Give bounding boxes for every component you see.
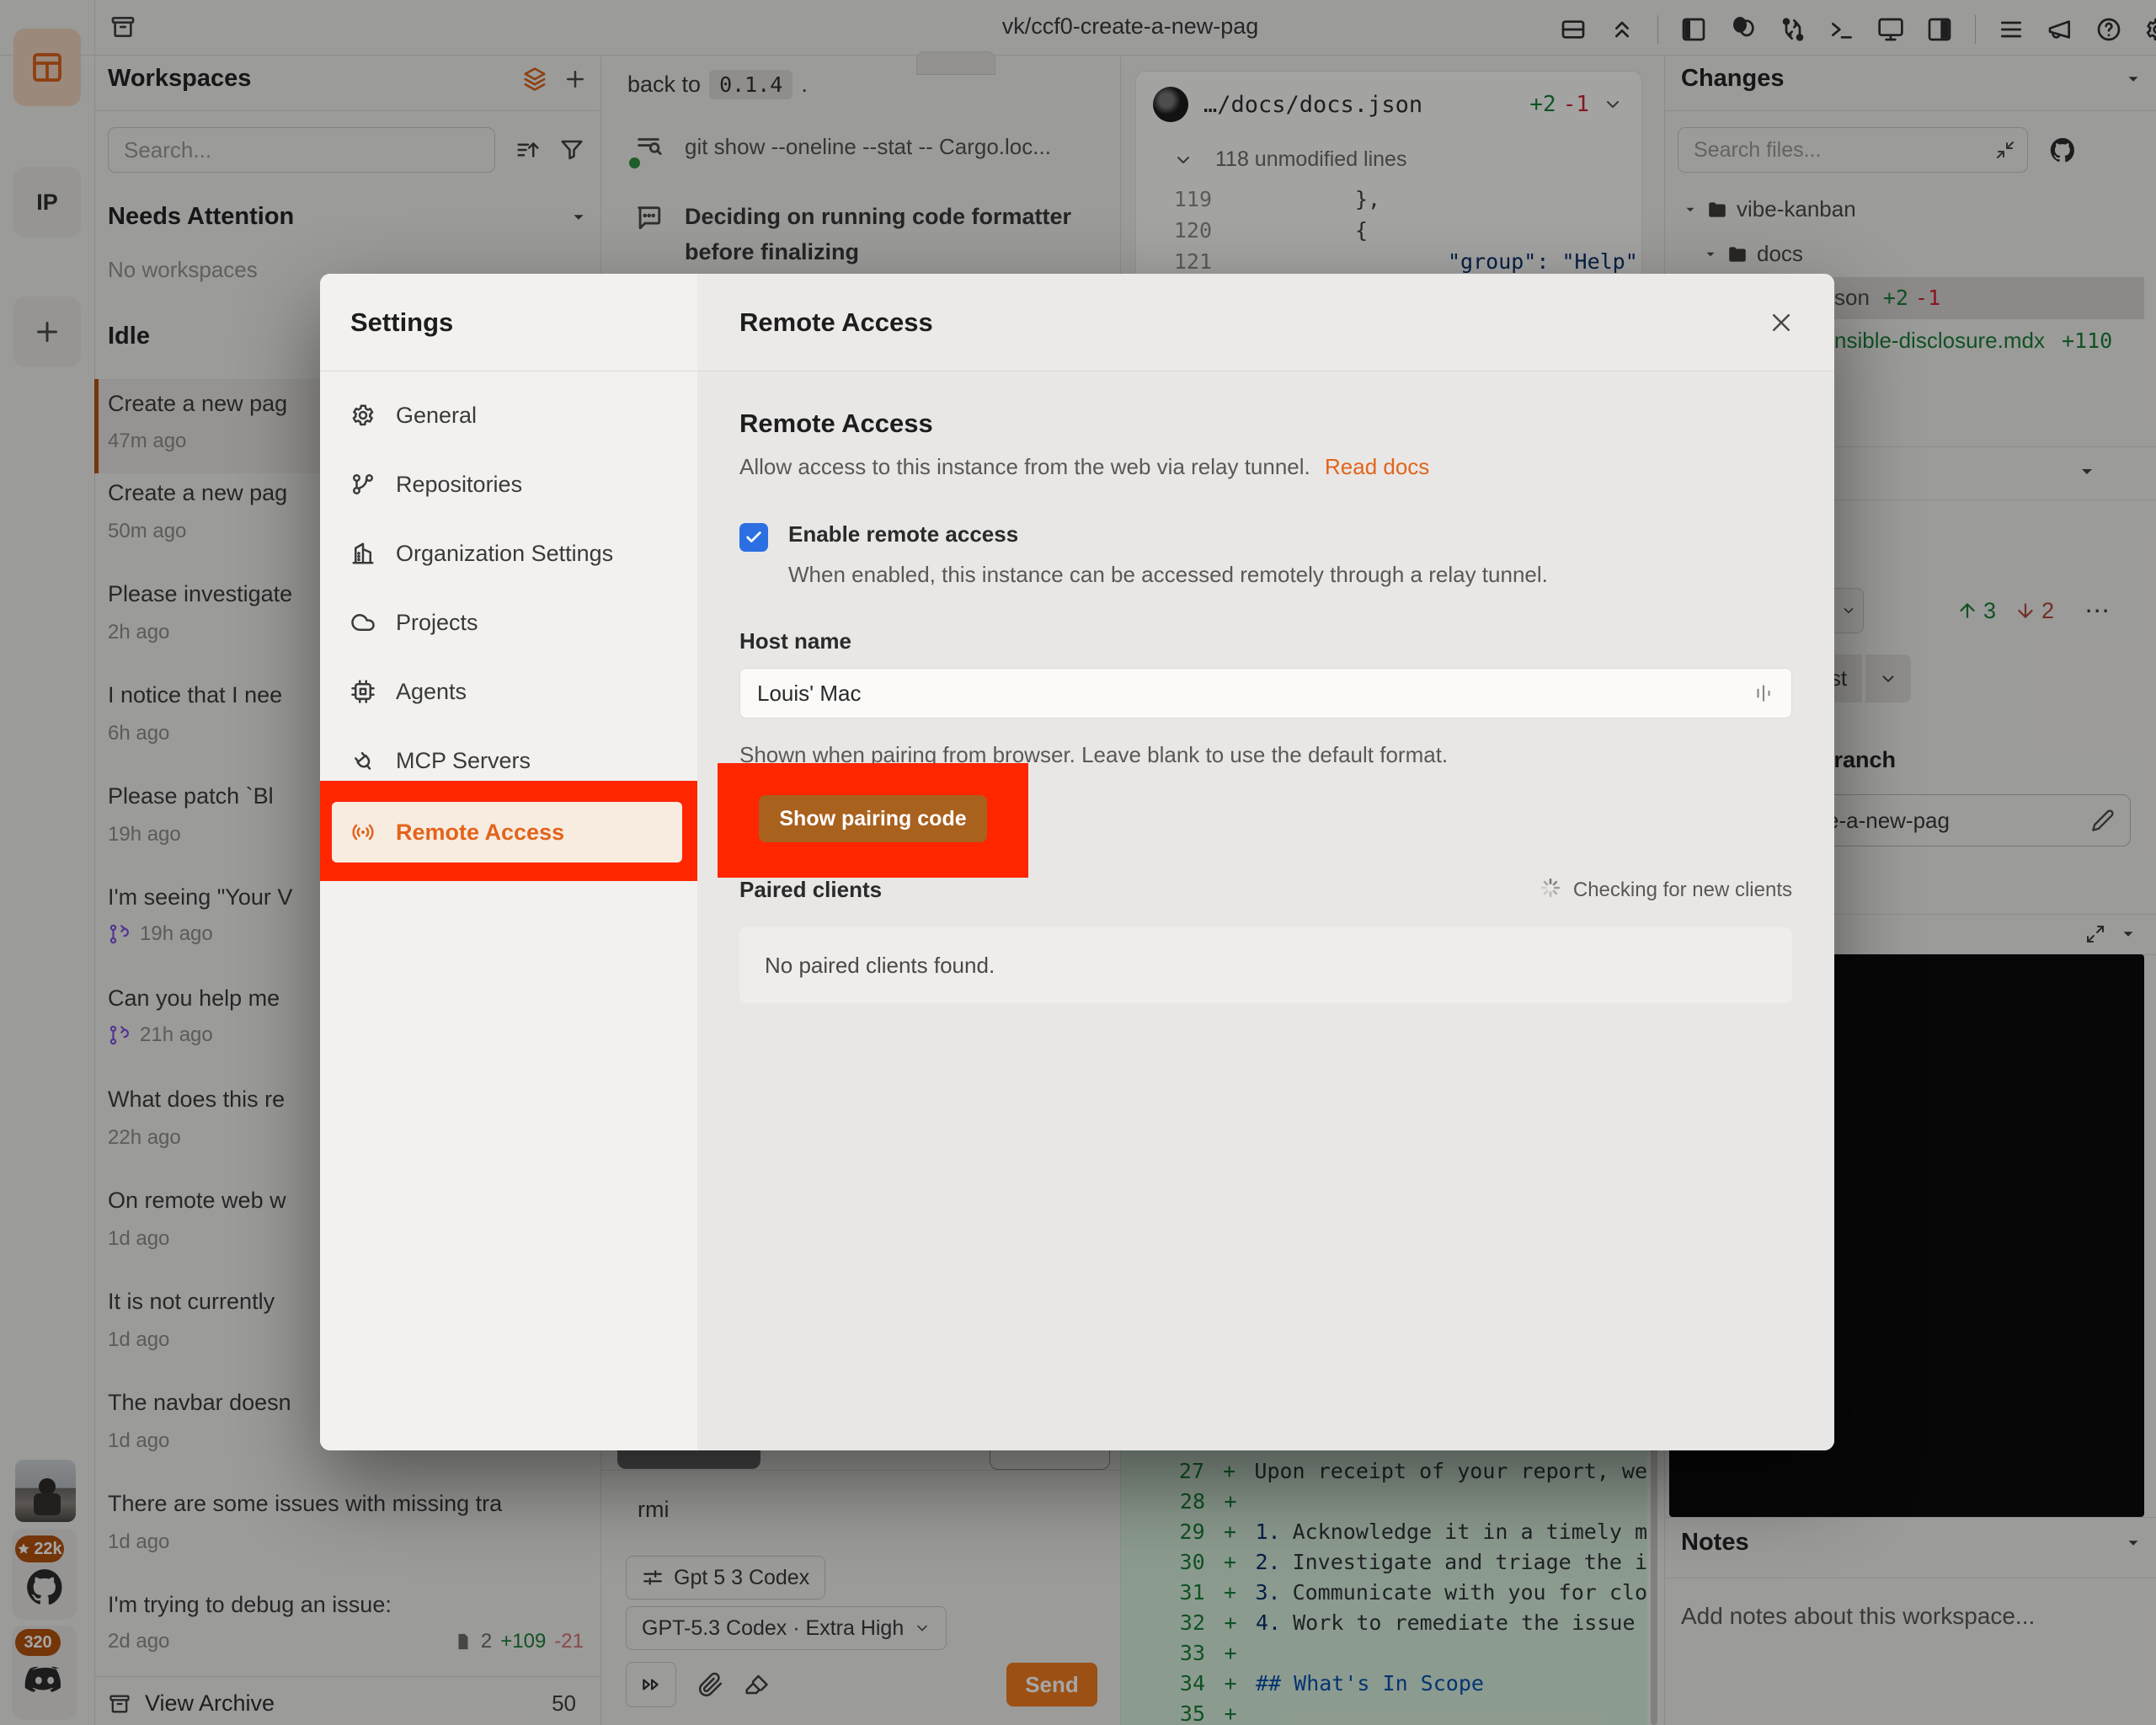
settings-nav-general[interactable]: General <box>320 392 697 439</box>
settings-nav-projects[interactable]: Projects <box>320 599 697 646</box>
plug-icon <box>345 743 381 778</box>
modal-header: Remote Access <box>697 274 1834 371</box>
read-docs-link[interactable]: Read docs <box>1325 454 1429 479</box>
settings-nav-organization[interactable]: Organization Settings <box>320 530 697 577</box>
paired-clients-label: Paired clients <box>739 877 882 903</box>
annotation-box-remote-access: Remote Access <box>320 781 697 881</box>
git-branch-icon <box>350 472 376 497</box>
settings-sidebar: Settings General Repositories Organizati… <box>320 274 698 1450</box>
cloud-icon <box>350 610 376 635</box>
remote-access-panel: Remote Access Allow access to this insta… <box>697 371 1834 1450</box>
settings-modal: Settings General Repositories Organizati… <box>320 274 1834 1450</box>
spinner-icon <box>1540 877 1561 903</box>
settings-nav-repositories[interactable]: Repositories <box>320 461 697 508</box>
building-icon <box>350 541 376 566</box>
host-name-input[interactable]: Louis' Mac <box>739 668 1792 718</box>
checking-clients-label: Checking for new clients <box>1573 879 1792 902</box>
paired-clients-empty-box: No paired clients found. <box>739 927 1792 1003</box>
section-title: Remote Access <box>739 409 933 439</box>
show-pairing-code-button[interactable]: Show pairing code <box>759 795 987 842</box>
app-window: vk/ccf0-create-a-new-pag IP <box>0 0 2156 1725</box>
gear-icon <box>350 403 376 428</box>
close-icon[interactable] <box>1769 310 1794 335</box>
text-cursor-icon <box>1753 682 1774 704</box>
broadcast-icon <box>350 820 376 845</box>
annotation-box-pairing: Show pairing code <box>718 763 1028 878</box>
check-icon <box>744 528 763 547</box>
settings-nav-mcp-servers[interactable]: MCP Servers <box>320 737 697 784</box>
settings-nav-agents[interactable]: Agents <box>320 668 697 715</box>
settings-nav-remote-access[interactable]: Remote Access <box>332 802 682 862</box>
enable-remote-checkbox[interactable] <box>739 523 768 552</box>
cpu-icon <box>350 679 376 704</box>
modal-header-title: Remote Access <box>739 307 933 338</box>
checkbox-sublabel: When enabled, this instance can be acces… <box>788 562 1548 588</box>
checkbox-label[interactable]: Enable remote access <box>788 521 1018 547</box>
host-name-label: Host name <box>739 628 851 654</box>
section-description: Allow access to this instance from the w… <box>739 454 1310 479</box>
settings-title: Settings <box>350 307 453 338</box>
